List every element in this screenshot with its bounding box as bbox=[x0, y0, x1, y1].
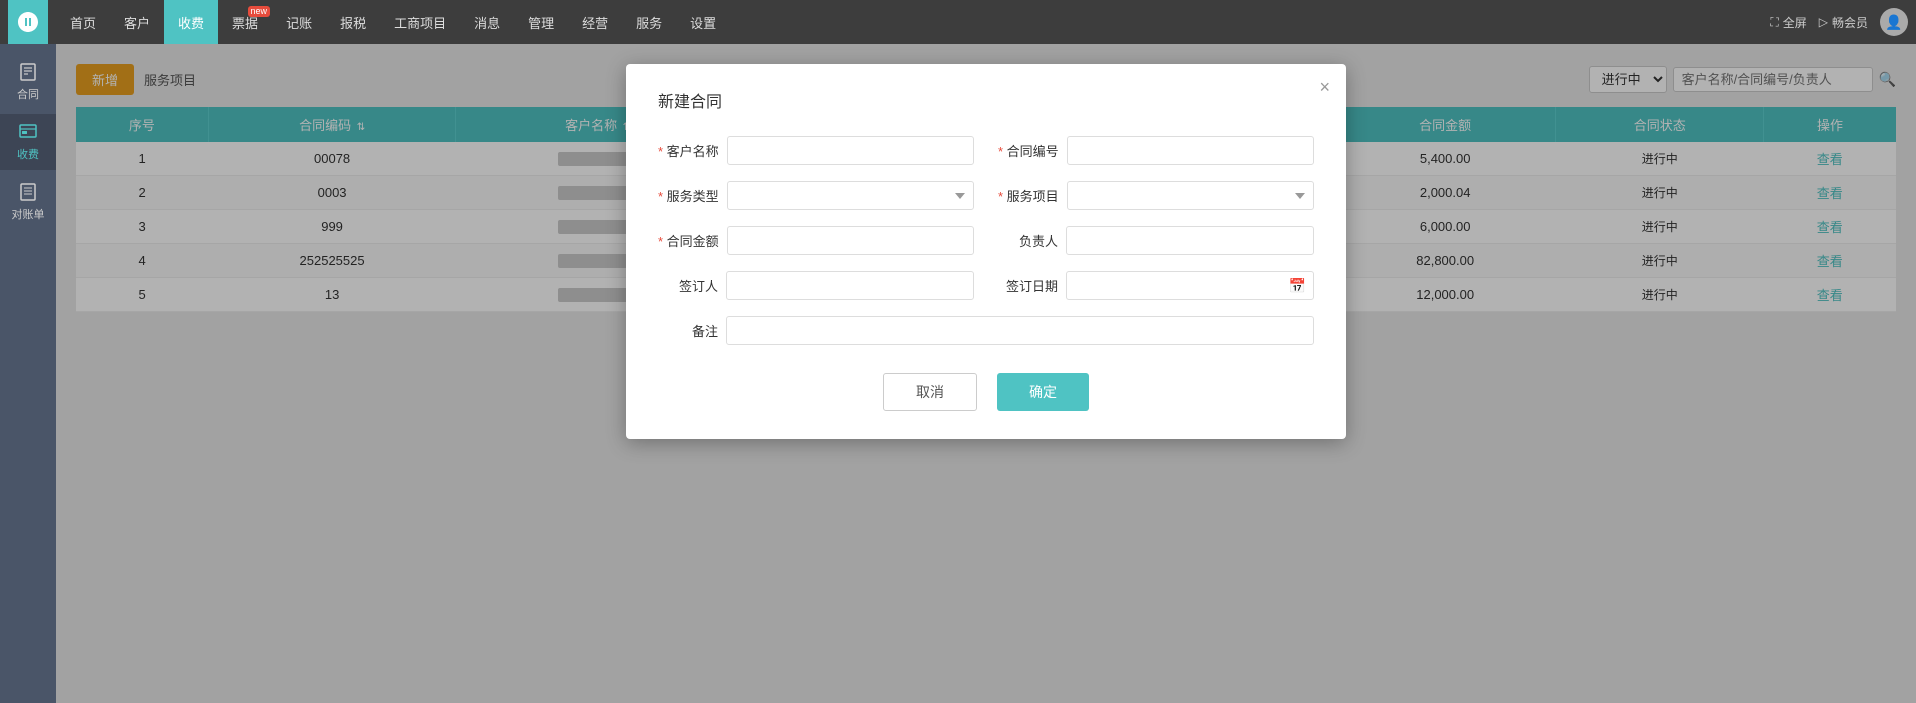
nav-business[interactable]: 工商项目 bbox=[380, 0, 460, 44]
form-grid: 客户名称 合同编号 服务类型 服务项目 bbox=[658, 136, 1314, 345]
statement-icon bbox=[18, 182, 38, 202]
date-input-wrapper: 2023-06-06 📅 bbox=[1066, 271, 1314, 300]
billing-icon bbox=[18, 122, 38, 142]
modal-overlay: × 新建合同 客户名称 合同编号 服务类型 bbox=[56, 44, 1916, 703]
remark-label: 备注 bbox=[658, 321, 718, 340]
sidebar: 合同 收费 对账单 bbox=[0, 44, 56, 703]
member-button[interactable]: ▷ 畅会员 bbox=[1819, 14, 1868, 31]
nav-home[interactable]: 首页 bbox=[56, 0, 110, 44]
sign-date-label: 签订日期 bbox=[998, 276, 1058, 295]
new-badge: new bbox=[248, 6, 271, 17]
modal-footer: 取消 确定 bbox=[658, 373, 1314, 411]
contract-icon bbox=[18, 62, 38, 82]
confirm-button[interactable]: 确定 bbox=[997, 373, 1089, 411]
responsible-label: 负责人 bbox=[998, 231, 1058, 250]
nav-message[interactable]: 消息 bbox=[460, 0, 514, 44]
remark-input[interactable] bbox=[726, 316, 1314, 345]
client-name-label: 客户名称 bbox=[658, 141, 719, 160]
app-logo bbox=[8, 0, 48, 44]
signer-input[interactable] bbox=[726, 271, 974, 300]
contract-amount-input[interactable]: 0.00 bbox=[727, 226, 974, 255]
nav-service[interactable]: 服务 bbox=[622, 0, 676, 44]
nav-settings[interactable]: 设置 bbox=[676, 0, 730, 44]
sidebar-item-billing[interactable]: 收费 bbox=[0, 114, 56, 170]
nav-manage[interactable]: 管理 bbox=[514, 0, 568, 44]
fullscreen-icon: ⛶ bbox=[1770, 15, 1778, 30]
top-navigation: 首页 客户 收费 票据 new 记账 报税 工商项目 消息 管理 经营 服务 设… bbox=[0, 0, 1916, 44]
cancel-button[interactable]: 取消 bbox=[883, 373, 977, 411]
client-name-input[interactable] bbox=[727, 136, 974, 165]
contract-no-input[interactable] bbox=[1067, 136, 1314, 165]
service-item-field: 服务项目 bbox=[998, 181, 1314, 210]
nav-accounting[interactable]: 记账 bbox=[272, 0, 326, 44]
nav-invoice[interactable]: 票据 new bbox=[218, 0, 272, 44]
nav-client[interactable]: 客户 bbox=[110, 0, 164, 44]
nav-operation[interactable]: 经营 bbox=[568, 0, 622, 44]
responsible-input[interactable] bbox=[1066, 226, 1314, 255]
sidebar-item-statement[interactable]: 对账单 bbox=[0, 174, 56, 230]
avatar[interactable]: 👤 bbox=[1880, 8, 1908, 36]
contract-amount-label: 合同金额 bbox=[658, 231, 719, 250]
service-type-field: 服务类型 bbox=[658, 181, 974, 210]
sidebar-item-contract[interactable]: 合同 bbox=[0, 54, 56, 110]
new-contract-modal: × 新建合同 客户名称 合同编号 服务类型 bbox=[626, 64, 1346, 439]
client-name-field: 客户名称 bbox=[658, 136, 974, 165]
service-item-label: 服务项目 bbox=[998, 186, 1059, 205]
service-type-label: 服务类型 bbox=[658, 186, 719, 205]
nav-billing[interactable]: 收费 bbox=[164, 0, 218, 44]
main-layout: 合同 收费 对账单 bbox=[0, 44, 1916, 703]
signer-field: 签订人 bbox=[658, 271, 974, 300]
fullscreen-button[interactable]: ⛶ 全屏 bbox=[1770, 14, 1806, 31]
sign-date-field: 签订日期 2023-06-06 📅 bbox=[998, 271, 1314, 300]
nav-menu: 首页 客户 收费 票据 new 记账 报税 工商项目 消息 管理 经营 服务 设… bbox=[56, 0, 1770, 44]
content-area: 新增 服务项目 进行中 已完成 已终止 🔍 序号 合同编码 ⇅ 客户名称 ⇅ 服… bbox=[56, 44, 1916, 703]
contract-no-field: 合同编号 bbox=[998, 136, 1314, 165]
modal-close-button[interactable]: × bbox=[1319, 78, 1330, 96]
contract-amount-field: 合同金额 0.00 bbox=[658, 226, 974, 255]
service-item-select[interactable] bbox=[1067, 181, 1314, 210]
contract-no-label: 合同编号 bbox=[998, 141, 1059, 160]
remark-field: 备注 bbox=[658, 316, 1314, 345]
signer-label: 签订人 bbox=[658, 276, 718, 295]
responsible-field: 负责人 bbox=[998, 226, 1314, 255]
modal-title: 新建合同 bbox=[658, 88, 1314, 112]
nav-tax[interactable]: 报税 bbox=[326, 0, 380, 44]
service-type-select[interactable] bbox=[727, 181, 974, 210]
nav-right-area: ⛶ 全屏 ▷ 畅会员 👤 bbox=[1770, 8, 1908, 36]
play-icon: ▷ bbox=[1819, 15, 1828, 29]
sign-date-input[interactable]: 2023-06-06 bbox=[1066, 271, 1314, 300]
